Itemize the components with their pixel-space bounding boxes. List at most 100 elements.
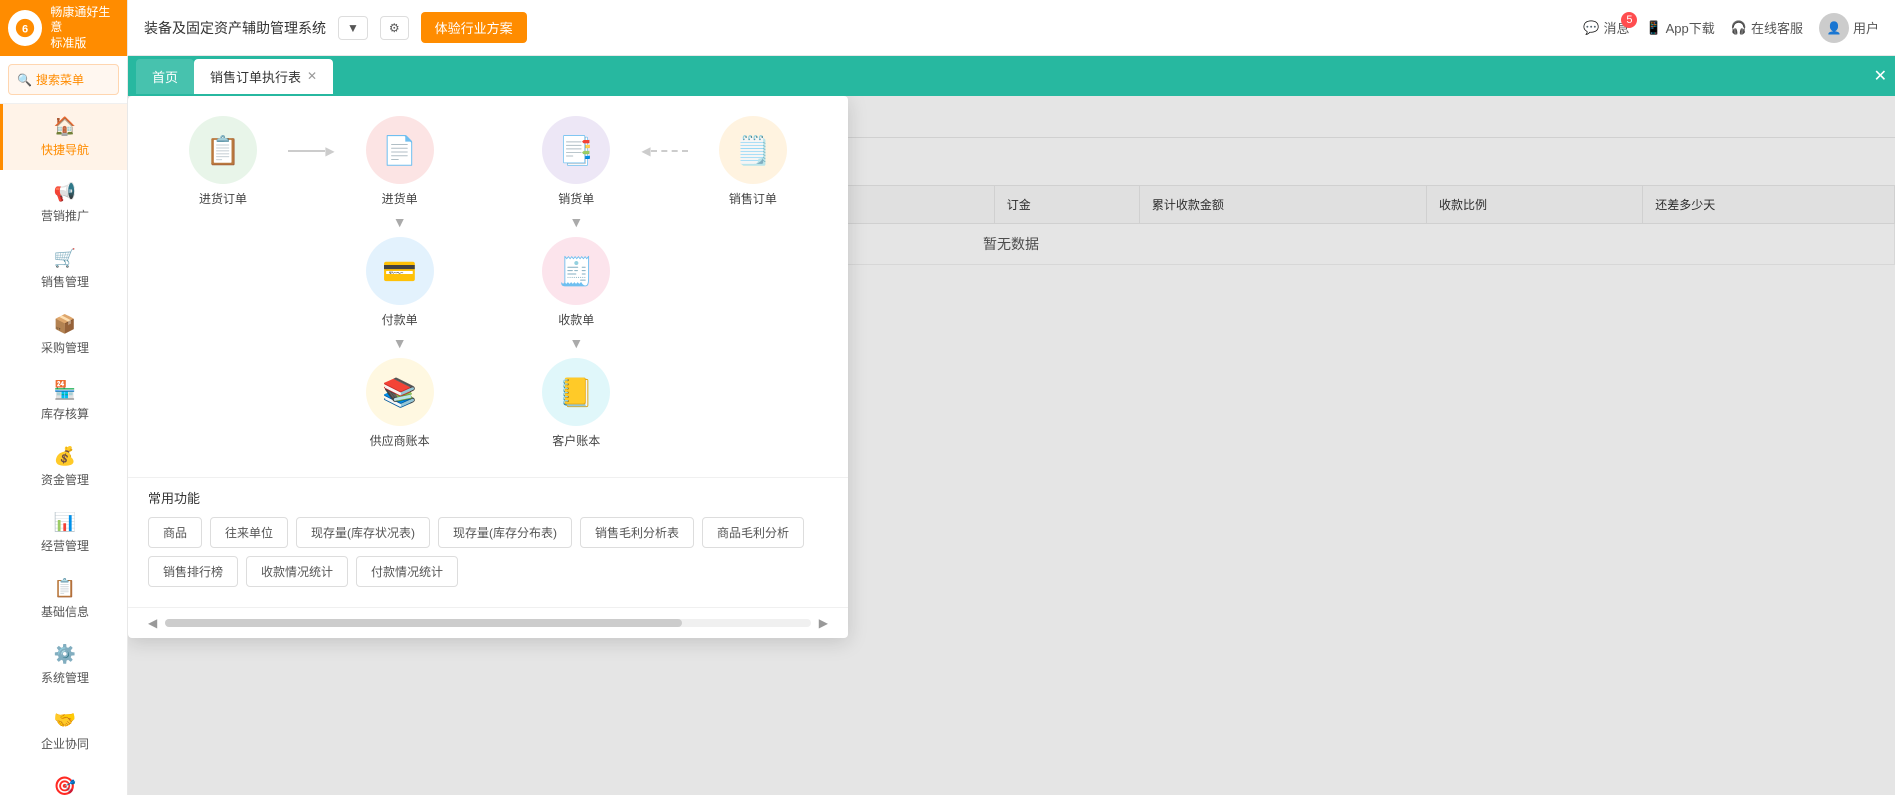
message-button[interactable]: 💬 5 消息	[1583, 18, 1629, 37]
sidebar-item-inventory[interactable]: 🏪 库存核算	[0, 368, 127, 434]
dropdown-arrow-icon: ▼	[347, 21, 359, 35]
app-download-button[interactable]: 📱 App下载	[1645, 18, 1714, 37]
customer-ledger-circle: 📒	[542, 358, 610, 426]
sidebar-item-marketing[interactable]: 📢 营销推广	[0, 170, 127, 236]
gear-icon: ⚙	[389, 21, 400, 35]
marketing-icon: 📢	[54, 182, 76, 203]
sidebar-item-sales[interactable]: 🛒 销售管理	[0, 236, 127, 302]
cf-btn-sales-profit[interactable]: 销售毛利分析表	[580, 517, 694, 548]
sidebar-item-quick-nav[interactable]: 🏠 快捷导航	[0, 104, 127, 170]
purchase-icon: 📦	[54, 314, 76, 335]
workflow-container: 📋 进货订单 ▶	[128, 96, 848, 477]
scroll-left-button[interactable]: ◀	[148, 616, 157, 630]
cf-btn-product-profit[interactable]: 商品毛利分析	[702, 517, 804, 548]
purchase-order-label: 进货订单	[199, 190, 247, 207]
service-icon: 🎧	[1731, 20, 1747, 36]
tab-home[interactable]: 首页	[136, 59, 194, 94]
finance-icon: 💰	[54, 446, 76, 467]
sidebar-search-area: 🔍 搜索菜单	[0, 56, 127, 104]
common-functions-section: 常用功能 商品 往来单位 现存量(库存状况表) 现存量(库存分布表) 销售毛利分…	[128, 477, 848, 607]
sidebar-item-system[interactable]: ⚙️ 系统管理	[0, 632, 127, 698]
main-area: 装备及固定资产辅助管理系统 ▼ ⚙ 体验行业方案 💬 5 消息 📱 App下载	[128, 0, 1895, 795]
receipt-bill-node: 🧾 收款单	[511, 237, 641, 328]
cf-btn-payment-stats[interactable]: 付款情况统计	[356, 556, 458, 587]
common-functions-buttons: 商品 往来单位 现存量(库存状况表) 现存量(库存分布表) 销售毛利分析表 商品…	[148, 517, 828, 548]
system-title: 装备及固定资产辅助管理系统	[144, 18, 326, 38]
logo-text: 畅康通好生意 标准版	[50, 5, 119, 52]
sales-order-node: 🗒️ 销售订单	[688, 116, 818, 207]
common-functions-buttons-row2: 销售排行榜 收款情况统计 付款情况统计	[148, 556, 828, 587]
sidebar-nav: 🏠 快捷导航 📢 营销推广 🛒 销售管理 📦 采购管理 🏪 库存核算 💰	[0, 104, 127, 795]
payment-bill-circle: 💳	[366, 237, 434, 305]
payment-bill-label: 付款单	[382, 311, 418, 328]
sidebar-item-base-info[interactable]: 📋 基础信息	[0, 566, 127, 632]
supplier-ledger-node: 📚 供应商账本	[335, 358, 465, 449]
common-functions-title: 常用功能	[148, 488, 828, 507]
scroll-right-button[interactable]: ▶	[819, 616, 828, 630]
system-dropdown-button[interactable]: ▼	[338, 16, 368, 40]
cf-btn-stock-status[interactable]: 现存量(库存状况表)	[296, 517, 430, 548]
system-icon: ⚙️	[54, 644, 76, 665]
payment-bill-node: 💳 付款单	[335, 237, 465, 328]
sales-bill-label: 销货单	[558, 190, 594, 207]
sidebar-item-finance[interactable]: 💰 资金管理	[0, 434, 127, 500]
sales-icon: 🛒	[54, 248, 76, 269]
settings-button[interactable]: ⚙	[380, 16, 409, 40]
enterprise-icon: 🤝	[54, 710, 76, 731]
message-icon: 💬	[1583, 20, 1599, 36]
logo-icon: 6	[8, 10, 42, 46]
modal-overlay: 📋 进货订单 ▶	[128, 96, 1895, 795]
sidebar: 6 畅康通好生意 标准版 🔍 搜索菜单 🏠 快捷导航 📢 营销推广	[0, 0, 128, 795]
inventory-icon: 🏪	[54, 380, 76, 401]
sales-bill-circle: 📑	[542, 116, 610, 184]
receipt-bill-circle: 🧾	[542, 237, 610, 305]
sidebar-item-newbie[interactable]: 🎯 新手引导	[0, 764, 127, 795]
header-actions: 💬 5 消息 📱 App下载 🎧 在线客服 👤 用户	[1583, 13, 1879, 43]
receipt-bill-label: 收款单	[558, 311, 594, 328]
user-avatar-button[interactable]: 👤 用户	[1819, 13, 1879, 43]
purchase-bill-circle: 📄	[366, 116, 434, 184]
online-service-button[interactable]: 🎧 在线客服	[1731, 18, 1803, 37]
top-header: 装备及固定资产辅助管理系统 ▼ ⚙ 体验行业方案 💬 5 消息 📱 App下载	[128, 0, 1895, 56]
sidebar-logo: 6 畅康通好生意 标准版	[0, 0, 127, 56]
scroll-thumb	[165, 619, 681, 627]
customer-ledger-label: 客户账本	[552, 432, 600, 449]
download-icon: 📱	[1645, 20, 1661, 36]
scroll-bar-area: ◀ ▶	[128, 607, 848, 638]
user-avatar: 👤	[1819, 13, 1849, 43]
supplier-ledger-circle: 📚	[366, 358, 434, 426]
sales-order-circle: 🗒️	[719, 116, 787, 184]
base-info-icon: 📋	[54, 578, 76, 599]
quick-nav-icon: 🏠	[54, 116, 76, 137]
purchase-bill-label: 进货单	[382, 190, 418, 207]
sales-order-label: 销售订单	[729, 190, 777, 207]
tab-sales-order-exec[interactable]: 销售订单执行表 ✕	[194, 59, 333, 94]
tab-bar-close-button[interactable]: ✕	[1874, 66, 1887, 86]
customer-ledger-node: 📒 客户账本	[511, 358, 641, 449]
experience-button[interactable]: 体验行业方案	[421, 12, 527, 43]
sidebar-item-purchase[interactable]: 📦 采购管理	[0, 302, 127, 368]
supplier-ledger-label: 供应商账本	[370, 432, 430, 449]
cf-btn-product[interactable]: 商品	[148, 517, 202, 548]
workflow-modal: 📋 进货订单 ▶	[128, 96, 848, 638]
tab-close-icon[interactable]: ✕	[307, 69, 317, 83]
sales-bill-node: 📑 销货单	[511, 116, 641, 207]
operations-icon: 📊	[54, 512, 76, 533]
search-icon: 🔍	[17, 73, 32, 87]
newbie-icon: 🎯	[54, 776, 76, 795]
message-badge: 5	[1621, 12, 1637, 28]
svg-text:6: 6	[22, 24, 28, 36]
sidebar-item-operations[interactable]: 📊 经营管理	[0, 500, 127, 566]
cf-btn-sales-rank[interactable]: 销售排行榜	[148, 556, 238, 587]
cf-btn-stock-dist[interactable]: 现存量(库存分布表)	[438, 517, 572, 548]
sidebar-item-enterprise[interactable]: 🤝 企业协同	[0, 698, 127, 764]
purchase-bill-node: 📄 进货单	[335, 116, 465, 207]
scroll-track[interactable]	[165, 619, 811, 627]
tab-bar: 首页 销售订单执行表 ✕ ✕	[128, 56, 1895, 96]
cf-btn-receipt-stats[interactable]: 收款情况统计	[246, 556, 348, 587]
content-area: ❓ 帮助 🖨️ 按模板打印 ▼ ⬆️ 导出 ▼ 🔄 刷新	[128, 96, 1895, 795]
search-menu-button[interactable]: 🔍 搜索菜单	[8, 64, 119, 95]
purchase-order-circle: 📋	[189, 116, 257, 184]
cf-btn-partner[interactable]: 往来单位	[210, 517, 288, 548]
purchase-order-node: 📋 进货订单	[158, 116, 288, 207]
